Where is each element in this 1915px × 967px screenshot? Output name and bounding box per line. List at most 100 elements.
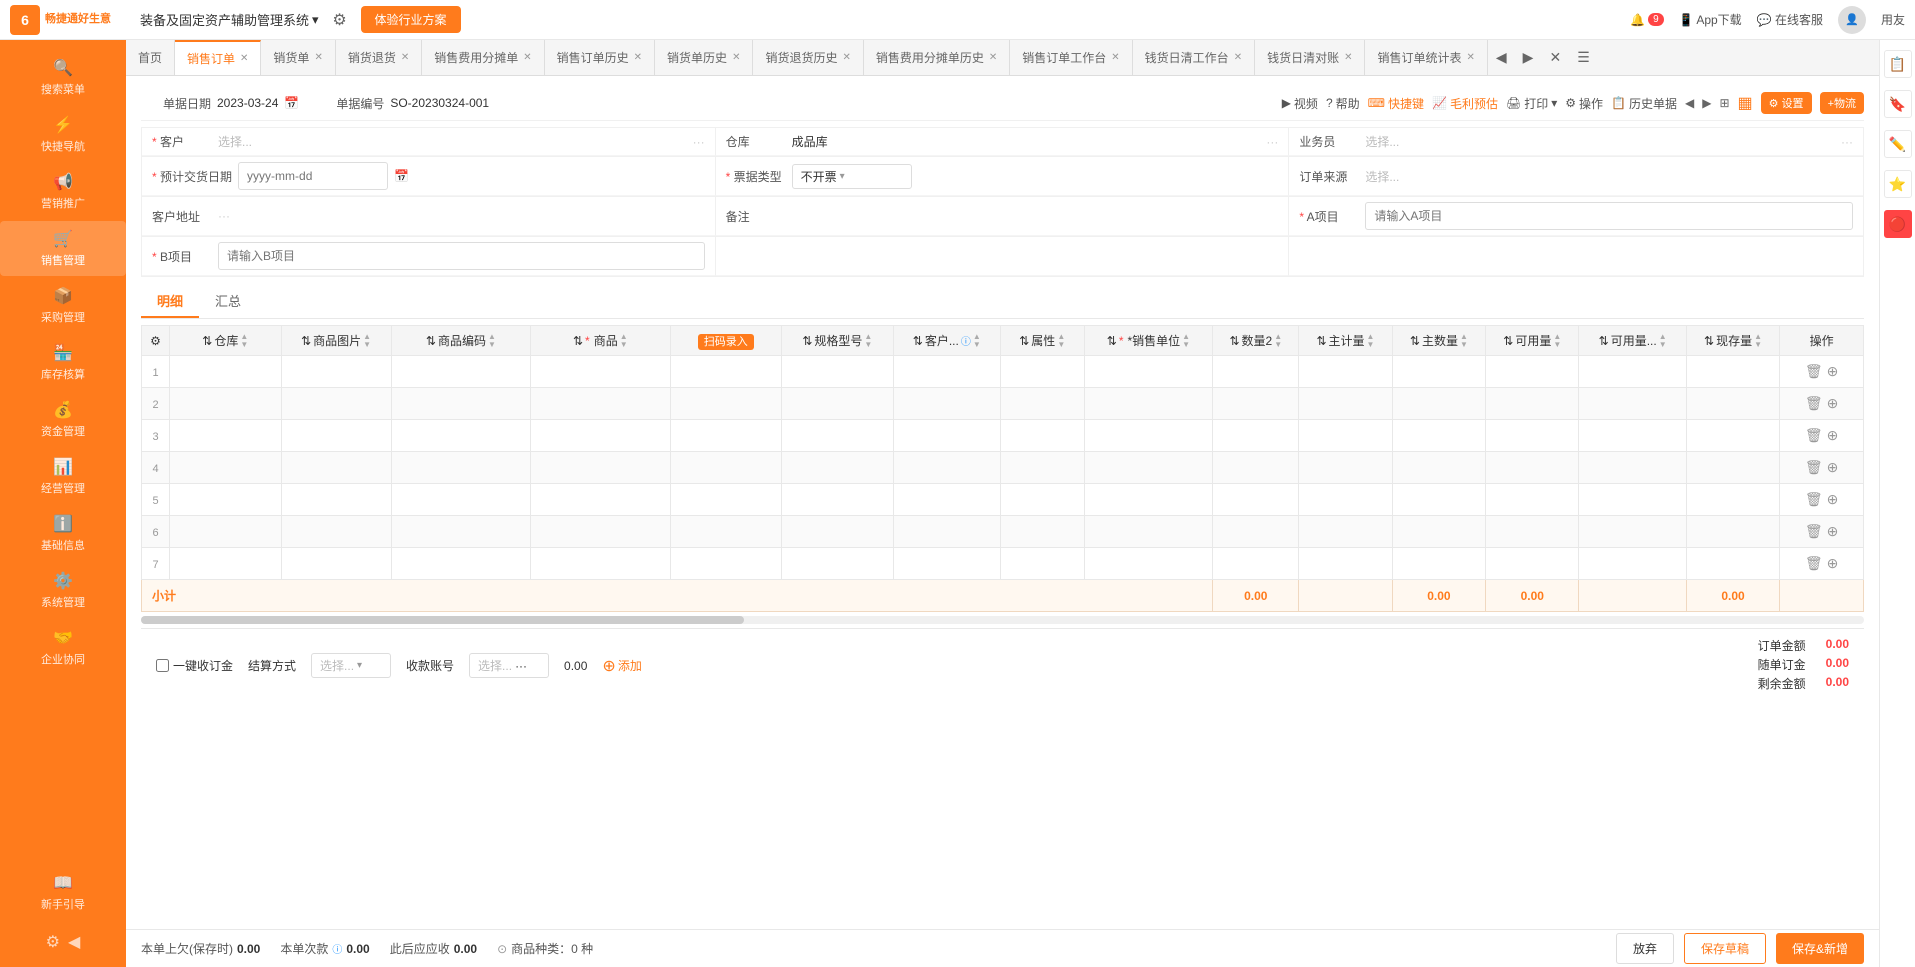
- delete-row-icon[interactable]: 🗑: [1805, 459, 1823, 476]
- tab-sales-order-history[interactable]: 销售订单历史 ✕: [545, 40, 655, 76]
- help-btn[interactable]: ? 帮助: [1326, 95, 1360, 112]
- staff-expand-icon[interactable]: ···: [1841, 135, 1853, 149]
- tab-close-icon[interactable]: ✕: [732, 52, 740, 63]
- delete-row-icon[interactable]: 🗑: [1805, 363, 1823, 380]
- print-btn[interactable]: 🖨 打印 ▾: [1506, 95, 1557, 112]
- sidebar-item-marketing[interactable]: 📢 营销推广: [0, 164, 126, 219]
- system-title[interactable]: 装备及固定资产辅助管理系统 ▾: [140, 10, 319, 29]
- payment-method-select[interactable]: 选择... ▾: [311, 653, 391, 678]
- tab-close-icon[interactable]: ✕: [989, 52, 997, 63]
- sidebar-item-collab[interactable]: 🤝 企业协同: [0, 620, 126, 675]
- user-avatar[interactable]: 👤: [1838, 6, 1866, 34]
- tab-daily-workbench[interactable]: 钱货日清工作台 ✕: [1133, 40, 1255, 76]
- ticket-type-select[interactable]: 不开票 ▾: [792, 164, 912, 189]
- delete-row-icon[interactable]: 🗑: [1805, 491, 1823, 508]
- copy-row-icon[interactable]: ⊕: [1827, 363, 1839, 380]
- col-header-unit[interactable]: ⇅**销售单位▲▼: [1084, 326, 1213, 356]
- staff-select[interactable]: 选择...: [1365, 133, 1835, 150]
- sidebar-item-guide[interactable]: 📖 新手引导: [36, 865, 90, 920]
- save-draft-button[interactable]: 保存草稿: [1684, 933, 1766, 964]
- delete-row-icon[interactable]: 🗑: [1805, 395, 1823, 412]
- tab-close-icon[interactable]: ✕: [240, 53, 248, 64]
- settings-btn[interactable]: ⚙ 设置: [1761, 92, 1812, 114]
- tab-sales-stats[interactable]: 销售订单统计表 ✕: [1365, 40, 1487, 76]
- sidebar-item-search[interactable]: 🔍 搜索菜单: [0, 50, 126, 105]
- right-panel-icon-1[interactable]: 📋: [1884, 50, 1912, 78]
- right-panel-icon-2[interactable]: 🔖: [1884, 90, 1912, 118]
- sidebar-item-inventory[interactable]: 🏪 库存核算: [0, 335, 126, 390]
- horizontal-scrollbar[interactable]: [141, 616, 1864, 624]
- tab-daily-reconcile[interactable]: 钱货日清对账 ✕: [1255, 40, 1365, 76]
- tab-menu-button[interactable]: ☰: [1569, 40, 1598, 76]
- expand-icon[interactable]: ⊞: [1719, 96, 1729, 110]
- customer-select[interactable]: 选择...: [218, 133, 687, 150]
- sidebar-item-quicknav[interactable]: ⚡ 快捷导航: [0, 107, 126, 162]
- col-header-avail2[interactable]: ⇅可用量...▲▼: [1579, 326, 1686, 356]
- tab-prev-button[interactable]: ◀: [1488, 40, 1515, 76]
- col-header-customer-code[interactable]: ⇅客户...ⓘ▲▼: [893, 326, 1000, 356]
- grid-icon[interactable]: ▦: [1738, 93, 1753, 113]
- history-btn[interactable]: 📋 历史单据: [1611, 95, 1677, 112]
- copy-row-icon[interactable]: ⊕: [1827, 395, 1839, 412]
- sidebar-item-system[interactable]: ⚙️ 系统管理: [0, 563, 126, 618]
- tab-close-icon[interactable]: ✕: [1344, 52, 1352, 63]
- profit-forecast-btn[interactable]: 📈 毛利预估: [1432, 95, 1498, 112]
- industry-plan-button[interactable]: 体验行业方案: [361, 6, 461, 33]
- col-header-attr[interactable]: ⇅属性▲▼: [1000, 326, 1084, 356]
- sidebar-item-management[interactable]: 📊 经营管理: [0, 449, 126, 504]
- tab-close-icon[interactable]: ✕: [314, 52, 322, 63]
- copy-row-icon[interactable]: ⊕: [1827, 523, 1839, 540]
- view-btn[interactable]: ▶ 视频: [1282, 95, 1318, 112]
- col-header-spec[interactable]: ⇅规格型号▲▼: [782, 326, 894, 356]
- sidebar-item-basic-info[interactable]: ℹ️ 基础信息: [0, 506, 126, 561]
- sidebar-item-finance[interactable]: 💰 资金管理: [0, 392, 126, 447]
- col-header-settings[interactable]: ⚙: [142, 326, 170, 356]
- tab-sales-order[interactable]: 销售订单 ✕: [175, 40, 261, 76]
- order-source-select[interactable]: 选择...: [1365, 168, 1853, 185]
- sidebar-item-purchase[interactable]: 📦 采购管理: [0, 278, 126, 333]
- sidebar-item-sales[interactable]: 🛒 销售管理: [0, 221, 126, 276]
- delete-row-icon[interactable]: 🗑: [1805, 555, 1823, 572]
- copy-row-icon[interactable]: ⊕: [1827, 491, 1839, 508]
- add-logistics-btn[interactable]: +物流: [1820, 92, 1864, 114]
- tab-next-button[interactable]: ▶: [1515, 40, 1542, 76]
- delivery-calendar-icon[interactable]: 📅: [394, 169, 409, 183]
- col-header-code[interactable]: ⇅商品编码▲▼: [391, 326, 530, 356]
- tab-order-workbench[interactable]: 销售订单工作台 ✕: [1010, 40, 1132, 76]
- delete-row-icon[interactable]: 🗑: [1805, 427, 1823, 444]
- warehouse-expand-icon[interactable]: ···: [1266, 135, 1278, 149]
- tab-close-icon[interactable]: ✕: [1467, 52, 1475, 63]
- tab-close-icon[interactable]: ✕: [1234, 52, 1242, 63]
- b-project-input[interactable]: [218, 242, 705, 270]
- discard-button[interactable]: 放弃: [1616, 933, 1674, 964]
- tab-sales-expense[interactable]: 销售费用分摊单 ✕: [422, 40, 544, 76]
- tab-close-icon[interactable]: ✕: [523, 52, 531, 63]
- tab-return-history[interactable]: 销货退货历史 ✕: [753, 40, 863, 76]
- scrollbar-thumb[interactable]: [141, 616, 744, 624]
- one-click-order-checkbox[interactable]: 一键收订金: [156, 657, 233, 674]
- col-header-stock[interactable]: ⇅现存量▲▼: [1686, 326, 1779, 356]
- tab-close-all-button[interactable]: ✕: [1541, 40, 1569, 76]
- nav-prev-icon[interactable]: ◀: [1685, 96, 1694, 110]
- sidebar-collapse-icon[interactable]: ◀: [68, 932, 80, 952]
- col-header-image[interactable]: ⇅商品图片▲▼: [281, 326, 391, 356]
- save-new-button[interactable]: 保存&新增: [1776, 933, 1864, 964]
- delete-row-icon[interactable]: 🗑: [1805, 523, 1823, 540]
- account-select[interactable]: 选择... ···: [469, 653, 549, 678]
- col-header-avail[interactable]: ⇅可用量▲▼: [1486, 326, 1579, 356]
- col-header-qty2[interactable]: ⇅数量2▲▼: [1213, 326, 1299, 356]
- tab-sales-return[interactable]: 销货退货 ✕: [336, 40, 422, 76]
- sub-tab-detail[interactable]: 明细: [141, 285, 199, 318]
- copy-row-icon[interactable]: ⊕: [1827, 427, 1839, 444]
- notification-area[interactable]: 🔔 9: [1630, 13, 1664, 27]
- delivery-date-input[interactable]: [238, 162, 388, 190]
- col-header-product[interactable]: ⇅*商品▲▼: [531, 326, 670, 356]
- calendar-icon[interactable]: 📅: [284, 96, 299, 110]
- app-download-link[interactable]: 📱 App下载: [1679, 11, 1742, 28]
- customer-expand-icon[interactable]: ···: [693, 135, 705, 149]
- add-payment-button[interactable]: ⊕ 添加: [602, 656, 641, 676]
- col-header-main-unit[interactable]: ⇅主计量▲▼: [1299, 326, 1392, 356]
- operation-btn[interactable]: ⚙ 操作: [1565, 95, 1603, 112]
- tab-home[interactable]: 首页: [126, 40, 175, 76]
- tab-sales-invoice-history[interactable]: 销货单历史 ✕: [655, 40, 753, 76]
